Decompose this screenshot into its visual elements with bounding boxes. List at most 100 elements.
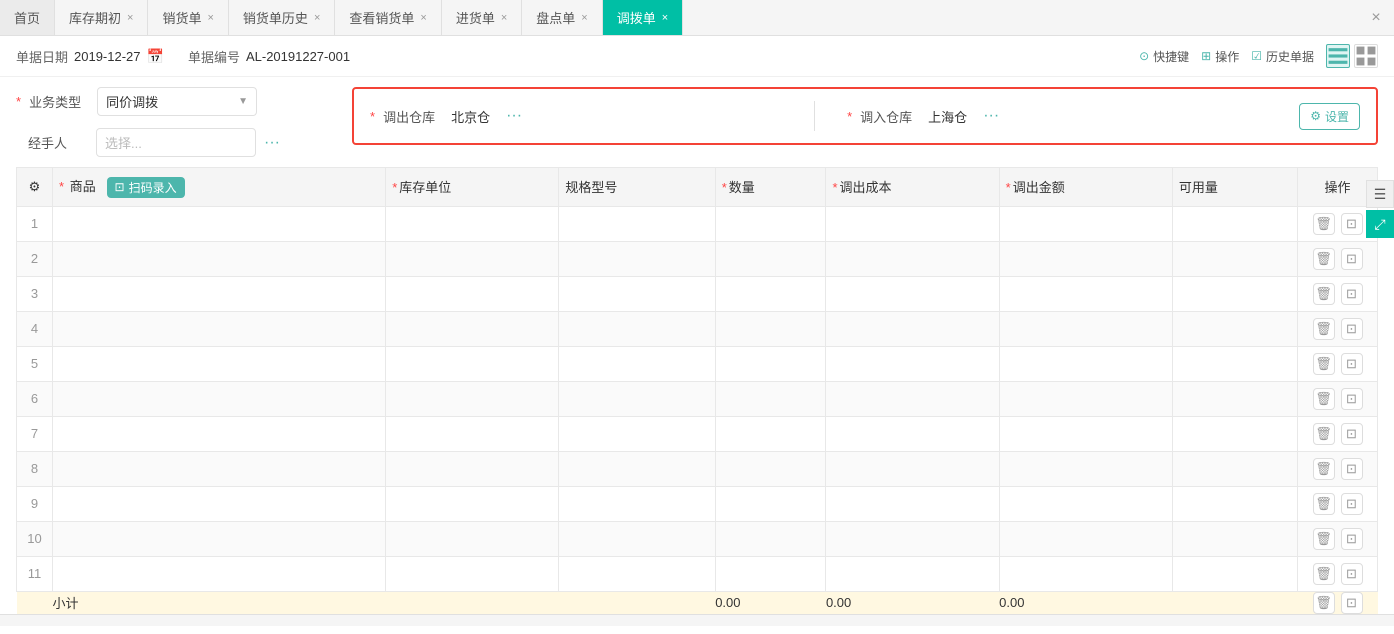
- toolbar-right: ⊙ 快捷键 ⊞ 操作 ☑ 历史单据: [1139, 44, 1378, 68]
- shortcut-button[interactable]: ⊙ 快捷键: [1139, 48, 1189, 65]
- row-copy-icon[interactable]: ⊡: [1341, 423, 1363, 445]
- scan-button[interactable]: ⊡ 扫码录入: [107, 177, 185, 198]
- shortcut-icon: ⊙: [1139, 49, 1149, 63]
- col-cost: 调出成本: [826, 168, 999, 207]
- table-row: 5 🗑 ⊡: [17, 346, 1378, 381]
- in-warehouse-field: * 调入仓库 上海仓 ···: [847, 107, 1259, 126]
- row-delete-icon[interactable]: 🗑: [1313, 213, 1335, 235]
- col-product: 商品 ⊡ 扫码录入: [53, 168, 386, 207]
- subtotal-copy-icon[interactable]: ⊡: [1341, 592, 1363, 614]
- settings-button[interactable]: ⚙ 设置: [1299, 103, 1360, 130]
- form-left: * 业务类型 同价调拨 ▼ 经手人 选择... ···: [16, 87, 336, 157]
- row-number: 11: [17, 556, 53, 591]
- tab-view-sales[interactable]: 查看销货单 ×: [335, 0, 441, 35]
- close-icon[interactable]: ×: [314, 12, 320, 24]
- layout-buttons: [1326, 44, 1378, 68]
- scan-icon: ⊡: [115, 180, 125, 194]
- biz-type-field: * 业务类型 同价调拨 ▼: [16, 87, 336, 116]
- biz-type-select[interactable]: 同价调拨 ▼: [97, 87, 257, 116]
- close-icon[interactable]: ×: [420, 12, 426, 24]
- manager-field: 经手人 选择... ···: [16, 128, 336, 157]
- row-delete-icon[interactable]: 🗑: [1313, 563, 1335, 585]
- out-warehouse-field: * 调出仓库 北京仓 ···: [370, 107, 782, 126]
- row-delete-icon[interactable]: 🗑: [1313, 283, 1335, 305]
- table-row: 4 🗑 ⊡: [17, 311, 1378, 346]
- tab-sales-history[interactable]: 销货单历史 ×: [229, 0, 335, 35]
- col-amount: 调出金额: [999, 168, 1172, 207]
- row-number: 6: [17, 381, 53, 416]
- row-number: 5: [17, 346, 53, 381]
- tab-bar-close-button[interactable]: ×: [1358, 0, 1394, 35]
- close-icon[interactable]: ×: [662, 12, 668, 24]
- tab-inventory[interactable]: 盘点单 ×: [522, 0, 602, 35]
- row-delete-icon[interactable]: 🗑: [1313, 528, 1335, 550]
- warehouse-box: * 调出仓库 北京仓 ··· * 调入仓库 上海仓 ··· ⚙ 设置: [352, 87, 1378, 145]
- tab-transfer[interactable]: 调拨单 ×: [603, 0, 683, 35]
- out-warehouse-ellipsis-icon[interactable]: ···: [506, 107, 522, 125]
- bottom-scrollbar[interactable]: [0, 614, 1394, 626]
- row-copy-icon[interactable]: ⊡: [1341, 283, 1363, 305]
- row-copy-icon[interactable]: ⊡: [1341, 458, 1363, 480]
- form-area: * 业务类型 同价调拨 ▼ 经手人 选择... ··· * 调出仓库 北京仓 ·…: [0, 77, 1394, 167]
- row-number: 3: [17, 276, 53, 311]
- warehouse-divider: [814, 101, 815, 131]
- table-row: 7 🗑 ⊡: [17, 416, 1378, 451]
- col-qty: 数量: [715, 168, 826, 207]
- close-icon[interactable]: ×: [501, 12, 507, 24]
- panel-list-icon[interactable]: ☰: [1366, 180, 1394, 208]
- history-button[interactable]: ☑ 历史单据: [1251, 48, 1314, 65]
- close-icon[interactable]: ×: [581, 12, 587, 24]
- row-copy-icon[interactable]: ⊡: [1341, 388, 1363, 410]
- row-delete-icon[interactable]: 🗑: [1313, 423, 1335, 445]
- tab-inventory-init[interactable]: 库存期初 ×: [55, 0, 148, 35]
- manager-ellipsis-icon[interactable]: ···: [264, 134, 280, 152]
- manager-select[interactable]: 选择...: [96, 128, 256, 157]
- table-row: 2 🗑 ⊡: [17, 241, 1378, 276]
- row-delete-icon[interactable]: 🗑: [1313, 458, 1335, 480]
- row-delete-icon[interactable]: 🗑: [1313, 353, 1335, 375]
- main-table: ⚙ 商品 ⊡ 扫码录入 库存单位 规格型号 数量 调出成本 调出金额 可用量 操…: [16, 167, 1378, 614]
- layout-btn-grid[interactable]: [1354, 44, 1378, 68]
- col-spec: 规格型号: [559, 168, 715, 207]
- row-copy-icon[interactable]: ⊡: [1341, 318, 1363, 340]
- row-copy-icon[interactable]: ⊡: [1341, 528, 1363, 550]
- table-row: 1 🗑 ⊡: [17, 206, 1378, 241]
- chevron-down-icon: ▼: [238, 96, 248, 107]
- row-copy-icon[interactable]: ⊡: [1341, 493, 1363, 515]
- date-field: 单据日期 2019-12-27 📅: [16, 47, 164, 66]
- tab-purchase[interactable]: 进货单 ×: [442, 0, 522, 35]
- close-icon[interactable]: ×: [207, 12, 213, 24]
- operate-icon: ⊞: [1201, 49, 1211, 63]
- tab-bar: 首页 库存期初 × 销货单 × 销货单历史 × 查看销货单 × 进货单 × 盘点…: [0, 0, 1394, 36]
- row-delete-icon[interactable]: 🗑: [1313, 248, 1335, 270]
- close-icon[interactable]: ×: [127, 12, 133, 24]
- row-delete-icon[interactable]: 🗑: [1313, 318, 1335, 340]
- row-copy-icon[interactable]: ⊡: [1341, 353, 1363, 375]
- operate-button[interactable]: ⊞ 操作: [1201, 48, 1239, 65]
- table-row: 10 🗑 ⊡: [17, 521, 1378, 556]
- in-warehouse-ellipsis-icon[interactable]: ···: [983, 107, 999, 125]
- layout-btn-list[interactable]: [1326, 44, 1350, 68]
- panel-expand-icon[interactable]: ⤢: [1366, 210, 1394, 238]
- calendar-icon[interactable]: 📅: [147, 48, 164, 65]
- table-wrapper: ⚙ 商品 ⊡ 扫码录入 库存单位 规格型号 数量 调出成本 调出金额 可用量 操…: [0, 167, 1394, 614]
- row-number: 2: [17, 241, 53, 276]
- gear-icon: ⚙: [1310, 109, 1321, 123]
- col-unit: 库存单位: [386, 168, 559, 207]
- row-copy-icon[interactable]: ⊡: [1341, 563, 1363, 585]
- row-delete-icon[interactable]: 🗑: [1313, 388, 1335, 410]
- subtotal-delete-icon[interactable]: 🗑: [1313, 592, 1335, 614]
- table-row: 11 🗑 ⊡: [17, 556, 1378, 591]
- tab-sales-order[interactable]: 销货单 ×: [148, 0, 228, 35]
- row-copy-icon[interactable]: ⊡: [1341, 248, 1363, 270]
- doc-number-field: 单据编号 AL-20191227-001: [188, 47, 350, 66]
- gear-icon[interactable]: ⚙: [29, 179, 41, 195]
- col-gear: ⚙: [17, 168, 53, 207]
- row-number: 4: [17, 311, 53, 346]
- row-number: 7: [17, 416, 53, 451]
- row-copy-icon[interactable]: ⊡: [1341, 213, 1363, 235]
- tab-home[interactable]: 首页: [0, 0, 55, 35]
- row-delete-icon[interactable]: 🗑: [1313, 493, 1335, 515]
- table-row: 6 🗑 ⊡: [17, 381, 1378, 416]
- history-icon: ☑: [1251, 49, 1262, 63]
